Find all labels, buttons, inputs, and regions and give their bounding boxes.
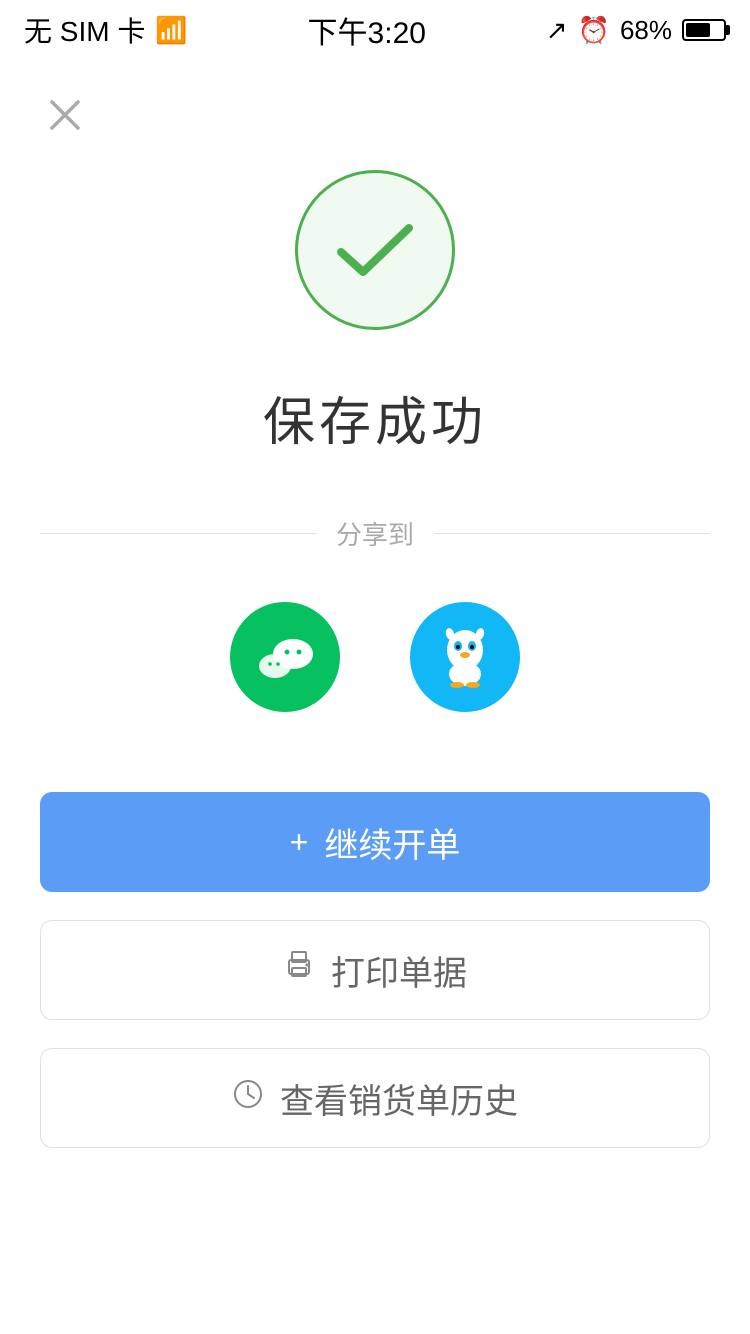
- status-carrier: 无 SIM 卡 📶: [24, 10, 188, 50]
- close-button[interactable]: [40, 90, 90, 140]
- history-label: 查看销货单历史: [280, 1074, 518, 1123]
- success-title: 保存成功: [263, 380, 487, 455]
- battery-text: 68%: [620, 15, 672, 46]
- alarm-icon: ⏰: [578, 15, 610, 46]
- status-time: 下午3:20: [308, 8, 426, 52]
- success-circle: [295, 170, 455, 330]
- share-divider-row: 分享到: [40, 515, 710, 552]
- status-bar: 无 SIM 卡 📶 下午3:20 ↗ ⏰ 68%: [0, 0, 750, 60]
- qq-icon: [435, 622, 495, 692]
- battery-icon: [682, 19, 726, 41]
- qq-share-button[interactable]: [410, 602, 520, 712]
- carrier-text: 无 SIM 卡: [24, 10, 145, 50]
- wifi-icon: 📶: [155, 15, 187, 46]
- print-label: 打印单据: [331, 946, 467, 995]
- continue-label: 继续开单: [324, 818, 460, 867]
- share-icons: [230, 602, 520, 712]
- clock-svg: [232, 1078, 264, 1110]
- wechat-share-button[interactable]: [230, 602, 340, 712]
- battery-fill: [686, 23, 710, 37]
- main-content: 保存成功 分享到: [0, 60, 750, 1334]
- divider-right: [434, 533, 710, 534]
- actions: + 继续开单 打印单据 查看销货单历史: [40, 792, 710, 1148]
- close-icon: [48, 98, 82, 132]
- history-icon: [232, 1078, 264, 1118]
- share-section: 分享到: [40, 515, 710, 712]
- status-right: ↗ ⏰ 68%: [546, 15, 726, 46]
- plus-icon: +: [290, 824, 309, 861]
- divider-left: [40, 533, 316, 534]
- location-icon: ↗: [546, 15, 568, 46]
- share-label: 分享到: [336, 515, 414, 552]
- wechat-icon: [253, 630, 318, 685]
- printer-svg: [283, 950, 315, 982]
- print-icon: [283, 950, 315, 990]
- checkmark-icon: [335, 220, 415, 280]
- history-button[interactable]: 查看销货单历史: [40, 1048, 710, 1148]
- print-button[interactable]: 打印单据: [40, 920, 710, 1020]
- continue-button[interactable]: + 继续开单: [40, 792, 710, 892]
